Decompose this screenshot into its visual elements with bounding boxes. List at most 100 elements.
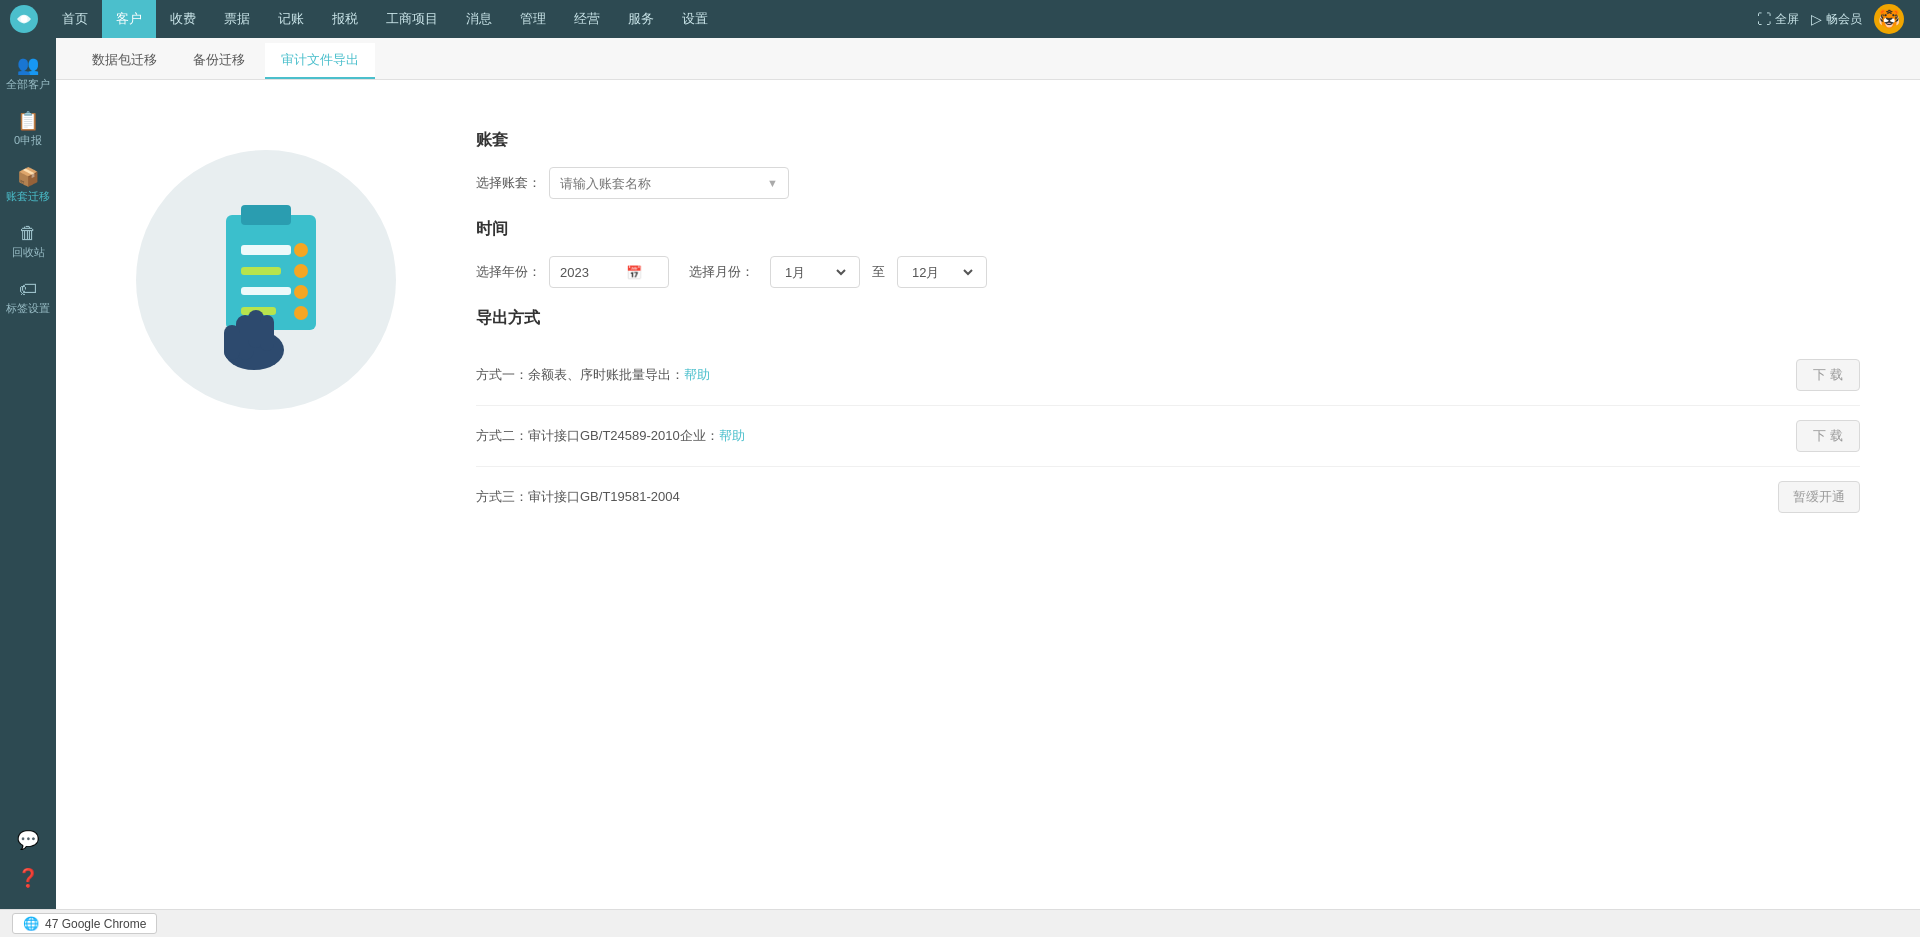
- svg-rect-3: [241, 205, 291, 225]
- year-input-wrapper[interactable]: 📅: [549, 256, 669, 288]
- export-method-1-help-link[interactable]: 帮助: [684, 367, 710, 382]
- sidebar-item-help[interactable]: ❓: [0, 859, 56, 897]
- fullscreen-label: 全屏: [1775, 11, 1799, 28]
- bottom-bar: 🌐 47 Google Chrome: [0, 909, 1920, 937]
- svg-point-8: [294, 243, 308, 257]
- user-avatar[interactable]: 🐯: [1874, 4, 1904, 34]
- nav-manage[interactable]: 管理: [506, 0, 560, 38]
- month-start-option[interactable]: 1月 2月 3月 4月 5月 6月 7月 8月 9月 10月 11月: [781, 264, 849, 281]
- sidebar-item-tag-settings[interactable]: 🏷 标签设置: [0, 270, 56, 326]
- year-label: 选择年份：: [476, 263, 541, 281]
- bottom-bar-chrome-item[interactable]: 🌐 47 Google Chrome: [12, 913, 157, 934]
- to-label: 至: [872, 263, 885, 281]
- sidebar: 👥 全部客户 📋 0申报 📦 账套迁移 🗑 回收站 🏷 标签设置 💬 ❓: [0, 38, 56, 909]
- export-section: 导出方式 方式一：余额表、序时账批量导出：帮助 下 载 方式二：审计接口GB/T…: [476, 308, 1860, 527]
- export-method-2-help-link[interactable]: 帮助: [719, 428, 745, 443]
- sidebar-item-chat[interactable]: 💬: [0, 821, 56, 859]
- nav-business[interactable]: 工商项目: [372, 0, 452, 38]
- tab-data-migration[interactable]: 数据包迁移: [76, 43, 173, 79]
- nav-operation[interactable]: 经营: [560, 0, 614, 38]
- nav-fee[interactable]: 收费: [156, 0, 210, 38]
- export-method-3-row: 方式三：审计接口GB/T19581-2004 暂缓开通: [476, 467, 1860, 527]
- tabs-bar: 数据包迁移 备份迁移 审计文件导出: [56, 38, 1920, 80]
- account-label: 选择账套：: [476, 174, 541, 192]
- svg-rect-16: [260, 315, 274, 351]
- app-logo: [8, 3, 40, 35]
- tag-settings-icon: 🏷: [19, 280, 37, 298]
- account-migrate-icon: 📦: [17, 168, 39, 186]
- export-method-3-coming-soon-button[interactable]: 暂缓开通: [1778, 481, 1860, 513]
- chrome-icon: 🌐: [23, 916, 39, 931]
- export-method-1-download-button[interactable]: 下 载: [1796, 359, 1860, 391]
- export-section-title: 导出方式: [476, 308, 1860, 329]
- page-content: 账套 选择账套： ▼ 时间 选择年份： 📅: [56, 80, 1920, 909]
- sidebar-label-recycle: 回收站: [12, 245, 45, 260]
- export-method-2-download-button[interactable]: 下 载: [1796, 420, 1860, 452]
- illustration-circle: [136, 150, 396, 410]
- vip-button[interactable]: ▷ 畅会员: [1811, 11, 1862, 28]
- fullscreen-button[interactable]: ⛶ 全屏: [1757, 11, 1799, 28]
- sidebar-item-account-migrate[interactable]: 📦 账套迁移: [0, 158, 56, 214]
- vip-icon: ▷: [1811, 11, 1822, 27]
- svg-point-11: [294, 306, 308, 320]
- sidebar-item-recycle[interactable]: 🗑 回收站: [0, 214, 56, 270]
- account-input[interactable]: [560, 176, 750, 191]
- nav-customer[interactable]: 客户: [102, 0, 156, 38]
- sidebar-label-all-customers: 全部客户: [6, 77, 50, 92]
- export-method-3-prefix: 方式三：审计接口GB/T19581-2004: [476, 489, 680, 504]
- bottom-bar-label: 47 Google Chrome: [45, 917, 146, 931]
- help-icon: ❓: [17, 869, 39, 887]
- svg-rect-4: [241, 245, 291, 255]
- tab-backup-migration[interactable]: 备份迁移: [177, 43, 261, 79]
- export-method-1-prefix: 方式一：余额表、序时账批量导出：: [476, 367, 684, 382]
- nav-bookkeeping[interactable]: 记账: [264, 0, 318, 38]
- account-section-title: 账套: [476, 130, 1860, 151]
- illustration-svg: [186, 185, 346, 375]
- svg-point-1: [21, 16, 28, 23]
- sidebar-label-tag-settings: 标签设置: [6, 301, 50, 316]
- time-form-row: 选择年份： 📅 选择月份： 1月 2月 3月 4月: [476, 256, 1860, 288]
- chat-icon: 💬: [17, 831, 39, 849]
- month-end-select[interactable]: 1月 2月 3月 4月 5月 6月 7月 8月 9月 10月 11月: [897, 256, 987, 288]
- month-end-option[interactable]: 1月 2月 3月 4月 5月 6月 7月 8月 9月 10月 11月: [908, 264, 976, 281]
- zero-declare-icon: 📋: [17, 112, 39, 130]
- top-nav-right: ⛶ 全屏 ▷ 畅会员 🐯: [1757, 4, 1920, 34]
- month-start-select[interactable]: 1月 2月 3月 4月 5月 6月 7月 8月 9月 10月 11月: [770, 256, 860, 288]
- fullscreen-icon: ⛶: [1757, 11, 1771, 27]
- sidebar-bottom: 💬 ❓: [0, 821, 56, 897]
- svg-point-9: [294, 264, 308, 278]
- export-method-2-row: 方式二：审计接口GB/T24589-2010企业：帮助 下 载: [476, 406, 1860, 467]
- calendar-icon: 📅: [626, 265, 642, 280]
- nav-settings[interactable]: 设置: [668, 0, 722, 38]
- time-section-title: 时间: [476, 219, 1860, 240]
- nav-service[interactable]: 服务: [614, 0, 668, 38]
- year-input[interactable]: [560, 265, 620, 280]
- nav-invoice[interactable]: 票据: [210, 0, 264, 38]
- sidebar-item-zero-declare[interactable]: 📋 0申报: [0, 102, 56, 158]
- main-layout: 👥 全部客户 📋 0申报 📦 账套迁移 🗑 回收站 🏷 标签设置 💬 ❓: [0, 38, 1920, 909]
- svg-rect-6: [241, 287, 291, 295]
- tab-audit-export[interactable]: 审计文件导出: [265, 43, 375, 79]
- sidebar-item-all-customers[interactable]: 👥 全部客户: [0, 46, 56, 102]
- account-select-wrapper[interactable]: ▼: [549, 167, 789, 199]
- all-customers-icon: 👥: [17, 56, 39, 74]
- export-method-1-row: 方式一：余额表、序时账批量导出：帮助 下 载: [476, 345, 1860, 406]
- svg-point-10: [294, 285, 308, 299]
- nav-items: 首页 客户 收费 票据 记账 报税 工商项目 消息 管理 经营 服务 设置: [48, 0, 1757, 38]
- export-method-2-prefix: 方式二：审计接口GB/T24589-2010企业：: [476, 428, 719, 443]
- content-area: 数据包迁移 备份迁移 审计文件导出: [56, 38, 1920, 909]
- time-row: 📅 选择月份： 1月 2月 3月 4月 5月 6月 7月: [549, 256, 987, 288]
- form-area: 账套 选择账套： ▼ 时间 选择年份： 📅: [416, 120, 1860, 527]
- nav-tax[interactable]: 报税: [318, 0, 372, 38]
- top-navigation: 首页 客户 收费 票据 记账 报税 工商项目 消息 管理 经营 服务 设置 ⛶ …: [0, 0, 1920, 38]
- account-form-row: 选择账套： ▼: [476, 167, 1860, 199]
- dropdown-icon: ▼: [767, 177, 778, 189]
- illustration-area: [116, 120, 416, 440]
- svg-rect-5: [241, 267, 281, 275]
- export-method-3-text: 方式三：审计接口GB/T19581-2004: [476, 488, 680, 506]
- sidebar-label-account-migrate: 账套迁移: [6, 189, 50, 204]
- nav-home[interactable]: 首页: [48, 0, 102, 38]
- export-method-2-text: 方式二：审计接口GB/T24589-2010企业：帮助: [476, 427, 745, 445]
- nav-message[interactable]: 消息: [452, 0, 506, 38]
- vip-label: 畅会员: [1826, 11, 1862, 28]
